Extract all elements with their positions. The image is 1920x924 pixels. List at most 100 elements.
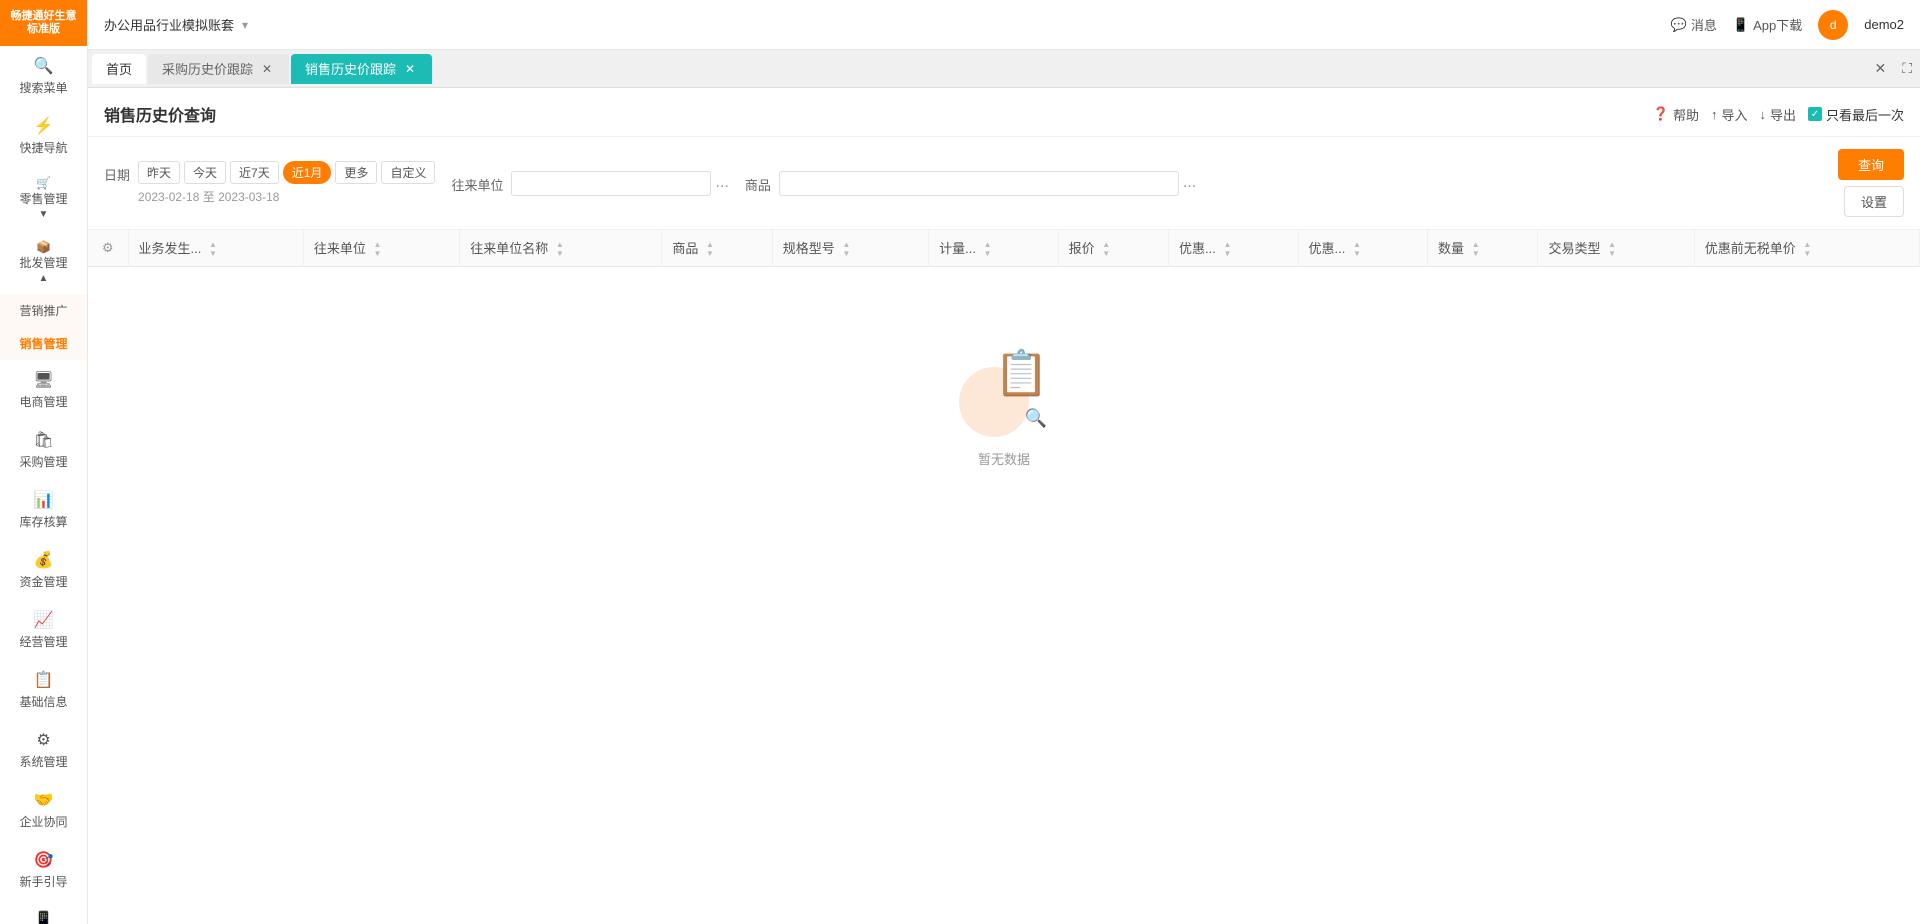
table-col-biz-date[interactable]: 业务发生... ▲▼ (128, 230, 303, 267)
topbar-right: 💬 消息 📱 App下载 d demo2 (1671, 10, 1904, 40)
sort-icons-product: ▲▼ (706, 241, 714, 258)
partner-input[interactable] (511, 171, 711, 196)
sidebar-item-label: 系统管理 (19, 753, 67, 770)
sidebar-item-ecommerce[interactable]: 🖥 电商管理 (0, 360, 88, 420)
col-label-partner-code: 往来单位 (314, 241, 366, 256)
user-avatar[interactable]: d (1818, 10, 1848, 40)
tab-purchase-history-label: 采购历史价跟踪 (162, 59, 253, 78)
sort-icons-partner-code: ▲▼ (374, 241, 382, 258)
table-col-discount2[interactable]: 优惠... ▲▼ (1298, 230, 1428, 267)
gear-icon[interactable]: ⚙ (98, 240, 118, 256)
topbar-title: 办公用品行业模拟账套 (104, 15, 234, 34)
wholesale-arrow-icon: ▲ (39, 273, 49, 284)
date-btn-today[interactable]: 今天 (184, 161, 226, 184)
table-col-product[interactable]: 商品 ▲▼ (662, 230, 772, 267)
guide-icon: 🎯 (34, 850, 54, 870)
table-header: ⚙ 业务发生... ▲▼ 往来单位 ▲▼ 往来单位名称 ▲▼ (88, 230, 1920, 267)
logo-text: 畅捷通好生意标准版 (11, 10, 77, 36)
sidebar-item-inventory[interactable]: 📊 库存核算 (0, 480, 88, 540)
sidebar-item-wholesale[interactable]: 📦 批发管理 ▲ (0, 230, 88, 294)
date-filter-label: 日期 (104, 161, 130, 184)
sidebar-item-search[interactable]: 🔍 搜索菜单 (0, 46, 88, 106)
date-btn-yesterday[interactable]: 昨天 (138, 161, 180, 184)
table-header-row: ⚙ 业务发生... ▲▼ 往来单位 ▲▼ 往来单位名称 ▲▼ (88, 230, 1920, 267)
sidebar-item-shortcut[interactable]: ⚡ 快捷导航 (0, 106, 88, 166)
sidebar-item-finance[interactable]: 💰 资金管理 (0, 540, 88, 600)
topbar-dropdown-icon[interactable]: ▾ (242, 18, 248, 32)
sidebar-item-enterprise-coop[interactable]: 🤝 企业协同 (0, 780, 88, 840)
sort-icons-pre-tax-price: ▲▼ (1803, 241, 1811, 258)
tab-purchase-history-close[interactable]: ✕ (259, 61, 275, 77)
message-label: 消息 (1691, 15, 1717, 34)
help-action[interactable]: ❓ 帮助 (1653, 105, 1699, 124)
tab-sales-history-close[interactable]: ✕ (402, 61, 418, 77)
export-label: 导出 (1770, 105, 1796, 124)
sidebar-item-label: 企业协同 (19, 813, 67, 830)
ecommerce-icon: 🖥 (33, 370, 53, 390)
sidebar-item-sales-mgmt[interactable]: 销售管理 (0, 327, 88, 360)
table-col-partner-code[interactable]: 往来单位 ▲▼ (303, 230, 459, 267)
date-btn-last7[interactable]: 近7天 (230, 161, 279, 184)
empty-state: 📋 🔍 暂无数据 (88, 267, 1920, 548)
date-filter-controls: 昨天 今天 近7天 近1月 更多 自定义 2023-02-18 至 2023-0… (138, 161, 435, 205)
table-col-trade-type[interactable]: 交易类型 ▲▼ (1538, 230, 1694, 267)
table-col-quantity[interactable]: 数量 ▲▼ (1428, 230, 1538, 267)
sidebar-item-marketing[interactable]: 营销推广 (0, 294, 88, 327)
import-label: 导入 (1721, 105, 1747, 124)
col-label-product: 商品 (672, 241, 698, 256)
table-col-unit[interactable]: 计量... ▲▼ (929, 230, 1059, 267)
table-col-spec[interactable]: 规格型号 ▲▼ (772, 230, 928, 267)
sidebar-item-retail[interactable]: 🛒 零售管理 ▼ (0, 166, 88, 230)
settings-button[interactable]: 设置 (1844, 186, 1904, 217)
table-col-discount1[interactable]: 优惠... ▲▼ (1169, 230, 1299, 267)
only-last-label: 只看最后一次 (1826, 105, 1904, 124)
partner-filter-group: 往来单位 ... (451, 171, 728, 196)
sidebar-item-app-center[interactable]: 📱 应用中心 (0, 900, 88, 924)
product-filter-group: 商品 ... (745, 171, 1196, 196)
sidebar-item-operations[interactable]: 📈 经营管理 (0, 600, 88, 660)
filter-bar: 日期 昨天 今天 近7天 近1月 更多 自定义 2023-02-18 至 202… (88, 137, 1920, 230)
product-dots-icon[interactable]: ... (1183, 174, 1196, 192)
sidebar-item-label: 电商管理 (19, 393, 67, 410)
import-action[interactable]: ↑ 导入 (1711, 105, 1748, 124)
query-button[interactable]: 查询 (1838, 149, 1904, 180)
date-btn-more[interactable]: 更多 (335, 161, 377, 184)
tabs-right-actions: ✕ ⛶ (1870, 56, 1916, 81)
message-action[interactable]: 💬 消息 (1671, 15, 1717, 34)
sidebar-logo: 畅捷通好生意标准版 (0, 0, 88, 46)
import-icon: ↑ (1711, 107, 1718, 122)
col-label-spec: 规格型号 (783, 241, 835, 256)
data-table: ⚙ 业务发生... ▲▼ 往来单位 ▲▼ 往来单位名称 ▲▼ (88, 230, 1920, 267)
tab-sales-history[interactable]: 销售历史价跟踪 ✕ (291, 54, 432, 84)
date-filter-group: 日期 昨天 今天 近7天 近1月 更多 自定义 2023-02-18 至 202… (104, 161, 435, 205)
sidebar-group-wholesale: 📦 批发管理 ▲ 营销推广 销售管理 (0, 230, 88, 360)
col-label-discount2: 优惠... (1309, 241, 1346, 256)
inventory-icon: 📊 (34, 490, 54, 510)
sidebar-item-label: 批发管理 (19, 254, 67, 271)
sort-icons-price: ▲▼ (1102, 241, 1110, 258)
tab-purchase-history[interactable]: 采购历史价跟踪 ✕ (148, 54, 289, 84)
col-label-discount1: 优惠... (1179, 241, 1216, 256)
tabs-close-all-icon[interactable]: ✕ (1870, 56, 1890, 81)
table-col-price[interactable]: 报价 ▲▼ (1058, 230, 1168, 267)
sidebar-item-system[interactable]: ⚙ 系统管理 (0, 720, 88, 780)
only-last-checkbox[interactable]: ✓ 只看最后一次 (1808, 105, 1904, 124)
table-col-pre-tax-price[interactable]: 优惠前无税单价 ▲▼ (1694, 230, 1919, 267)
date-range-display: 2023-02-18 至 2023-03-18 (138, 188, 435, 205)
date-btn-custom[interactable]: 自定义 (381, 161, 435, 184)
export-action[interactable]: ↓ 导出 (1759, 105, 1796, 124)
sidebar-item-label: 经营管理 (19, 633, 67, 650)
app-download-action[interactable]: 📱 App下载 (1733, 15, 1802, 34)
date-btn-last1month[interactable]: 近1月 (283, 161, 332, 184)
sidebar-item-basic-info[interactable]: 📋 基础信息 (0, 660, 88, 720)
table-col-partner-name[interactable]: 往来单位名称 ▲▼ (460, 230, 662, 267)
sidebar-item-guide[interactable]: 🎯 新手引导 (0, 840, 88, 900)
product-input[interactable] (779, 171, 1179, 196)
partner-dots-icon[interactable]: ... (715, 174, 728, 192)
sort-icons-discount2: ▲▼ (1353, 241, 1361, 258)
sidebar-item-purchase[interactable]: 🛍 采购管理 (0, 420, 88, 480)
tabs-maximize-icon[interactable]: ⛶ (1898, 56, 1916, 81)
table-col-gear[interactable]: ⚙ (88, 230, 128, 267)
empty-text: 暂无数据 (978, 449, 1030, 468)
tab-home[interactable]: 首页 (92, 54, 146, 84)
